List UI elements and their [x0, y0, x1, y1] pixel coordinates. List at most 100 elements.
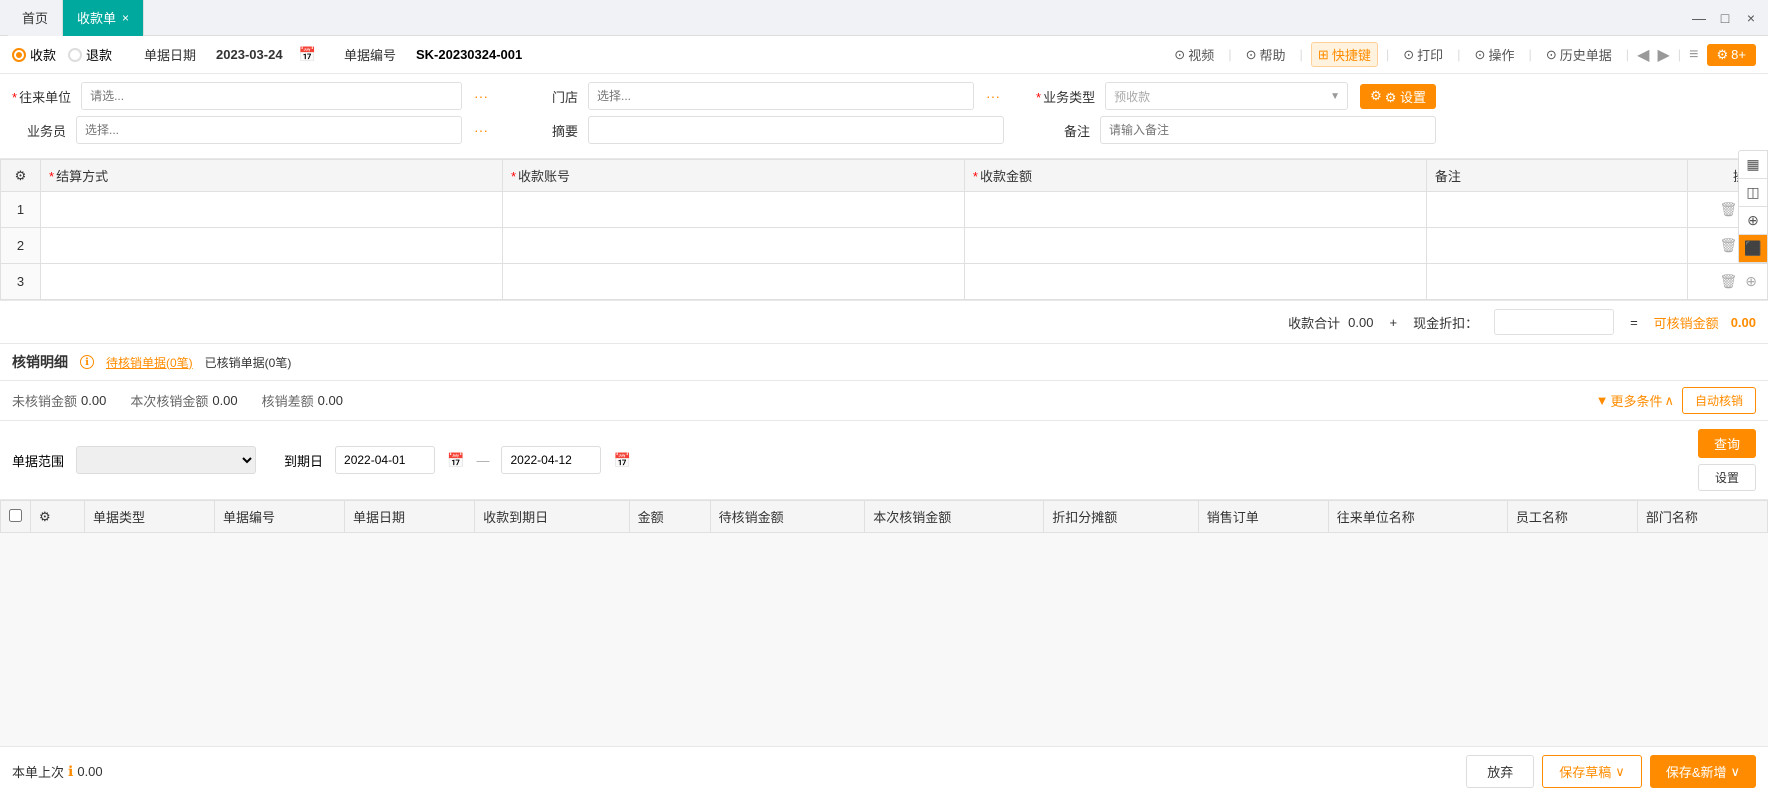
maximize-button[interactable]: □	[1716, 9, 1734, 27]
tab-close-icon[interactable]: ×	[122, 11, 129, 25]
table-row: 3 🗑 ⊕	[1, 264, 1768, 300]
print-button[interactable]: ⊙ 打印	[1397, 43, 1449, 66]
staff-more-button[interactable]: ···	[470, 122, 492, 138]
date-from-input[interactable]	[335, 446, 435, 474]
history-button[interactable]: ⊙ 历史单据	[1540, 43, 1618, 66]
nav-prev-button[interactable]: ◀	[1637, 45, 1649, 65]
col-number-header: 单据编号	[215, 501, 345, 533]
operation-button[interactable]: ⊙ 操作	[1469, 43, 1521, 66]
more-conditions-button[interactable]: ▼ 更多条件 ∧	[1596, 391, 1674, 410]
shortcut-button[interactable]: ⊞ 快捷键	[1311, 42, 1378, 67]
counterpart-more-button[interactable]: ···	[470, 88, 492, 104]
col-pending-header: 待核销金额	[710, 501, 865, 533]
row-2-amount[interactable]	[964, 228, 1426, 264]
business-type-input[interactable]	[1105, 82, 1348, 110]
close-button[interactable]: ×	[1742, 9, 1760, 27]
radio-receipt[interactable]: 收款	[12, 45, 56, 64]
radio-refund-label: 退款	[86, 45, 112, 64]
remarks-input[interactable]	[1100, 116, 1436, 144]
col-settings-icon[interactable]: ⚙	[15, 168, 27, 183]
unchecked-stat: 未核销金额 0.00	[12, 391, 106, 410]
help-button[interactable]: ⊙ 帮助	[1240, 43, 1292, 66]
summary-input[interactable]	[588, 116, 1004, 144]
filter-buttons: 查询 设置	[1698, 429, 1756, 491]
recon-title: 核销明细	[12, 352, 68, 372]
date-to-input[interactable]	[501, 446, 601, 474]
range-select[interactable]	[76, 446, 256, 474]
reconciliation-section: 核销明细 ℹ 待核销单据(0笔) 已核销单据(0笔) 未核销金额 0.00 本次…	[0, 344, 1768, 796]
row-3-delete-icon[interactable]: 🗑	[1717, 271, 1739, 292]
row-2-account[interactable]	[502, 228, 964, 264]
video-button[interactable]: ⊙ 视频	[1168, 43, 1220, 66]
row-3-copy-icon[interactable]: ⊕	[1743, 271, 1759, 292]
equals-symbol: =	[1630, 315, 1638, 330]
store-input[interactable]	[588, 82, 974, 110]
settings-plus-button[interactable]: ⚙ 8+	[1707, 44, 1756, 66]
remarks-label: 备注	[1036, 121, 1096, 140]
col-discount-header: 折扣分摊额	[1044, 501, 1199, 533]
settings-icon: ⚙	[1370, 88, 1382, 104]
save-new-button[interactable]: 保存&新增 ∨	[1650, 755, 1756, 788]
col-recon-settings-icon[interactable]: ⚙	[39, 509, 51, 524]
recon-stats: 未核销金额 0.00 本次核销金额 0.00 核销差额 0.00 ▼ 更多条件 …	[0, 381, 1768, 421]
query-button[interactable]: 查询	[1698, 429, 1756, 458]
row-1-remarks[interactable]	[1426, 192, 1687, 228]
summary-col: 摘要	[524, 116, 1004, 144]
col-account-header: 收款账号	[502, 160, 964, 192]
tab-receipt[interactable]: 收款单 ×	[63, 0, 144, 36]
row-2-remarks[interactable]	[1426, 228, 1687, 264]
bottom-info-icon[interactable]: ℹ	[68, 763, 73, 780]
video-label: 视频	[1188, 45, 1214, 64]
side-tools: ▦ ◫ ⊕ ⬛	[1738, 150, 1768, 264]
menu-button[interactable]: ≡	[1689, 46, 1698, 64]
print-label: 打印	[1417, 45, 1443, 64]
unchecked-value: 0.00	[81, 393, 106, 408]
row-2-delete-icon[interactable]: 🗑	[1717, 235, 1739, 256]
row-3-settlement[interactable]	[41, 264, 503, 300]
side-tool-link[interactable]: ⊕	[1739, 207, 1767, 235]
save-draft-button[interactable]: 保存草稿 ∨	[1542, 755, 1642, 788]
total-label: 收款合计	[1288, 313, 1340, 332]
col-due-header: 收款到期日	[475, 501, 630, 533]
abandon-button[interactable]: 放弃	[1466, 755, 1534, 788]
tab-home[interactable]: 首页	[8, 0, 63, 36]
date-to-calendar-icon[interactable]: 📅	[613, 452, 630, 469]
side-tool-layout[interactable]: ◫	[1739, 179, 1767, 207]
store-more-button[interactable]: ···	[982, 88, 1004, 104]
date-from-calendar-icon[interactable]: 📅	[447, 452, 464, 469]
row-1-amount[interactable]	[964, 192, 1426, 228]
side-tool-active[interactable]: ⬛	[1739, 235, 1767, 263]
diff-label: 核销差额	[262, 391, 314, 410]
form-area: 往来单位 ··· 门店 ··· 业务类型 ▼ ⚙ ⚙ 设置	[0, 74, 1768, 159]
help-icon: ⊙	[1246, 47, 1257, 63]
receipt-table: ⚙ 结算方式 收款账号 收款金额 备注 操作 1	[0, 159, 1768, 300]
select-all-checkbox[interactable]	[9, 509, 22, 522]
calendar-icon[interactable]: 📅	[299, 46, 316, 63]
minimize-button[interactable]: —	[1690, 9, 1708, 27]
auto-recon-button[interactable]: 自动核销	[1682, 387, 1756, 414]
recon-settings-button[interactable]: 设置	[1698, 464, 1756, 491]
range-label: 单据范围	[12, 451, 64, 470]
discount-input[interactable]	[1494, 309, 1614, 335]
col-amount-recon-header: 金额	[629, 501, 710, 533]
row-2-settlement[interactable]	[41, 228, 503, 264]
row-1-settlement[interactable]	[41, 192, 503, 228]
pending-tab[interactable]: 待核销单据(0笔)	[106, 354, 193, 371]
row-3-account[interactable]	[502, 264, 964, 300]
radio-refund[interactable]: 退款	[68, 45, 112, 64]
number-label: 单据编号	[344, 45, 396, 64]
completed-tab[interactable]: 已核销单据(0笔)	[205, 354, 292, 371]
form-settings-button[interactable]: ⚙ ⚙ 设置	[1360, 84, 1436, 109]
save-new-label: 保存&新增	[1666, 762, 1727, 781]
row-1-account[interactable]	[502, 192, 964, 228]
toolbar-row: 收款 退款 单据日期 2023-03-24 📅 单据编号 SK-20230324…	[0, 36, 1768, 74]
video-icon: ⊙	[1174, 47, 1185, 63]
staff-input[interactable]	[76, 116, 462, 144]
col-order-header: 销售订单	[1198, 501, 1328, 533]
row-3-remarks[interactable]	[1426, 264, 1687, 300]
row-1-delete-icon[interactable]: 🗑	[1717, 199, 1739, 220]
side-tool-table[interactable]: ▦	[1739, 151, 1767, 179]
counterpart-input[interactable]	[81, 82, 462, 110]
nav-next-button[interactable]: ▶	[1657, 45, 1669, 65]
row-3-amount[interactable]	[964, 264, 1426, 300]
